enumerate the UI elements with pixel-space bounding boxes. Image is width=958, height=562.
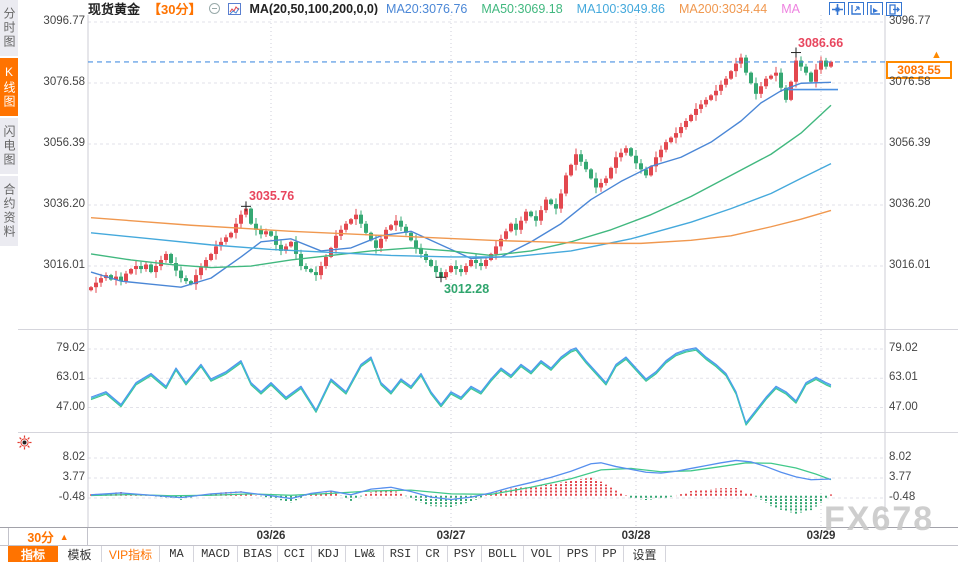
- main-axis-label: 3076.58: [43, 76, 85, 88]
- fx678-watermark: FX678: [824, 500, 935, 538]
- toolbar-button-VOL[interactable]: VOL: [524, 546, 560, 562]
- marked-high-label: 3035.76: [249, 189, 295, 204]
- rsi-axis-label: 63.01: [889, 371, 918, 384]
- toolbar-button-模板[interactable]: 模板: [58, 546, 102, 562]
- main-axis-label: 3016.01: [889, 259, 931, 271]
- toolbar-button-BOLL[interactable]: BOLL: [482, 546, 524, 562]
- toolbar-button-KDJ[interactable]: KDJ: [312, 546, 346, 562]
- rsi-axis-label: 79.02: [56, 342, 85, 354]
- period-selector-label: 30分: [27, 531, 54, 545]
- macd-axis-label: -0.48: [58, 491, 85, 503]
- main-axis-label: 3076.58: [889, 76, 931, 88]
- rsi-axis-label: 47.00: [56, 400, 85, 413]
- toolbar-button-BIAS[interactable]: BIAS: [238, 546, 278, 562]
- marked-low-label: 3012.28: [444, 282, 490, 297]
- rsi-axis-label: 63.01: [56, 371, 85, 384]
- rsi-axis-label: 47.00: [889, 400, 918, 413]
- rsi-axis-label: 79.02: [889, 342, 918, 354]
- main-axis-label: 3036.20: [889, 198, 931, 210]
- period-expand-arrow-icon: ▲: [59, 531, 69, 542]
- time-axis-row: 30分 ▲ 03/26 03/27 03/28 03/29: [0, 527, 958, 546]
- main-axis-label: 3036.20: [43, 198, 85, 210]
- date-label-03/26: 03/26: [256, 530, 286, 542]
- macd-axis-label: 8.02: [62, 451, 85, 463]
- toolbar-button-RSI[interactable]: RSI: [384, 546, 418, 562]
- indicator-toolbar: 指标 模板 VIP指标 MA MACD BIAS CCI KDJ LW& RSI CR PSY BOLL…: [0, 545, 958, 562]
- main-axis-label: 3016.01: [43, 259, 85, 271]
- toolbar-button-VIP指标[interactable]: VIP指标: [102, 546, 160, 562]
- main-axis-label: 3056.39: [43, 137, 85, 149]
- toolbar-button-LW&[interactable]: LW&: [346, 546, 384, 562]
- marked-high-label: 3086.66: [798, 35, 844, 50]
- toolbar-button-指标[interactable]: 指标: [8, 546, 58, 562]
- main-axis-label: 3096.77: [43, 15, 85, 27]
- date-label-03/28: 03/28: [621, 530, 651, 542]
- toolbar-button-PP[interactable]: PP: [596, 546, 624, 562]
- candlestick-chart-canvas[interactable]: [0, 0, 958, 527]
- macd-axis-label: 8.02: [889, 451, 912, 463]
- toolbar-button-PPS[interactable]: PPS: [560, 546, 596, 562]
- main-axis-label: 3096.77: [889, 15, 931, 27]
- period-selector[interactable]: 30分 ▲: [8, 528, 88, 546]
- main-axis-label: 3056.39: [889, 137, 931, 149]
- toolbar-button-PSY[interactable]: PSY: [448, 546, 482, 562]
- toolbar-button-CCI[interactable]: CCI: [278, 546, 312, 562]
- chart-application-window: 分时图 K线图 闪电图 合约资料 现货黄金 【30分】 MA(20,50,100,20…: [0, 0, 958, 562]
- macd-settings-sun-icon[interactable]: [17, 435, 32, 450]
- macd-axis-label: 3.77: [889, 471, 912, 483]
- toolbar-button-MACD[interactable]: MACD: [194, 546, 238, 562]
- macd-axis-label: 3.77: [62, 471, 85, 483]
- toolbar-button-CR[interactable]: CR: [418, 546, 448, 562]
- toolbar-button-设置[interactable]: 设置: [624, 546, 666, 562]
- date-label-03/27: 03/27: [436, 530, 466, 542]
- toolbar-button-MA[interactable]: MA: [160, 546, 194, 562]
